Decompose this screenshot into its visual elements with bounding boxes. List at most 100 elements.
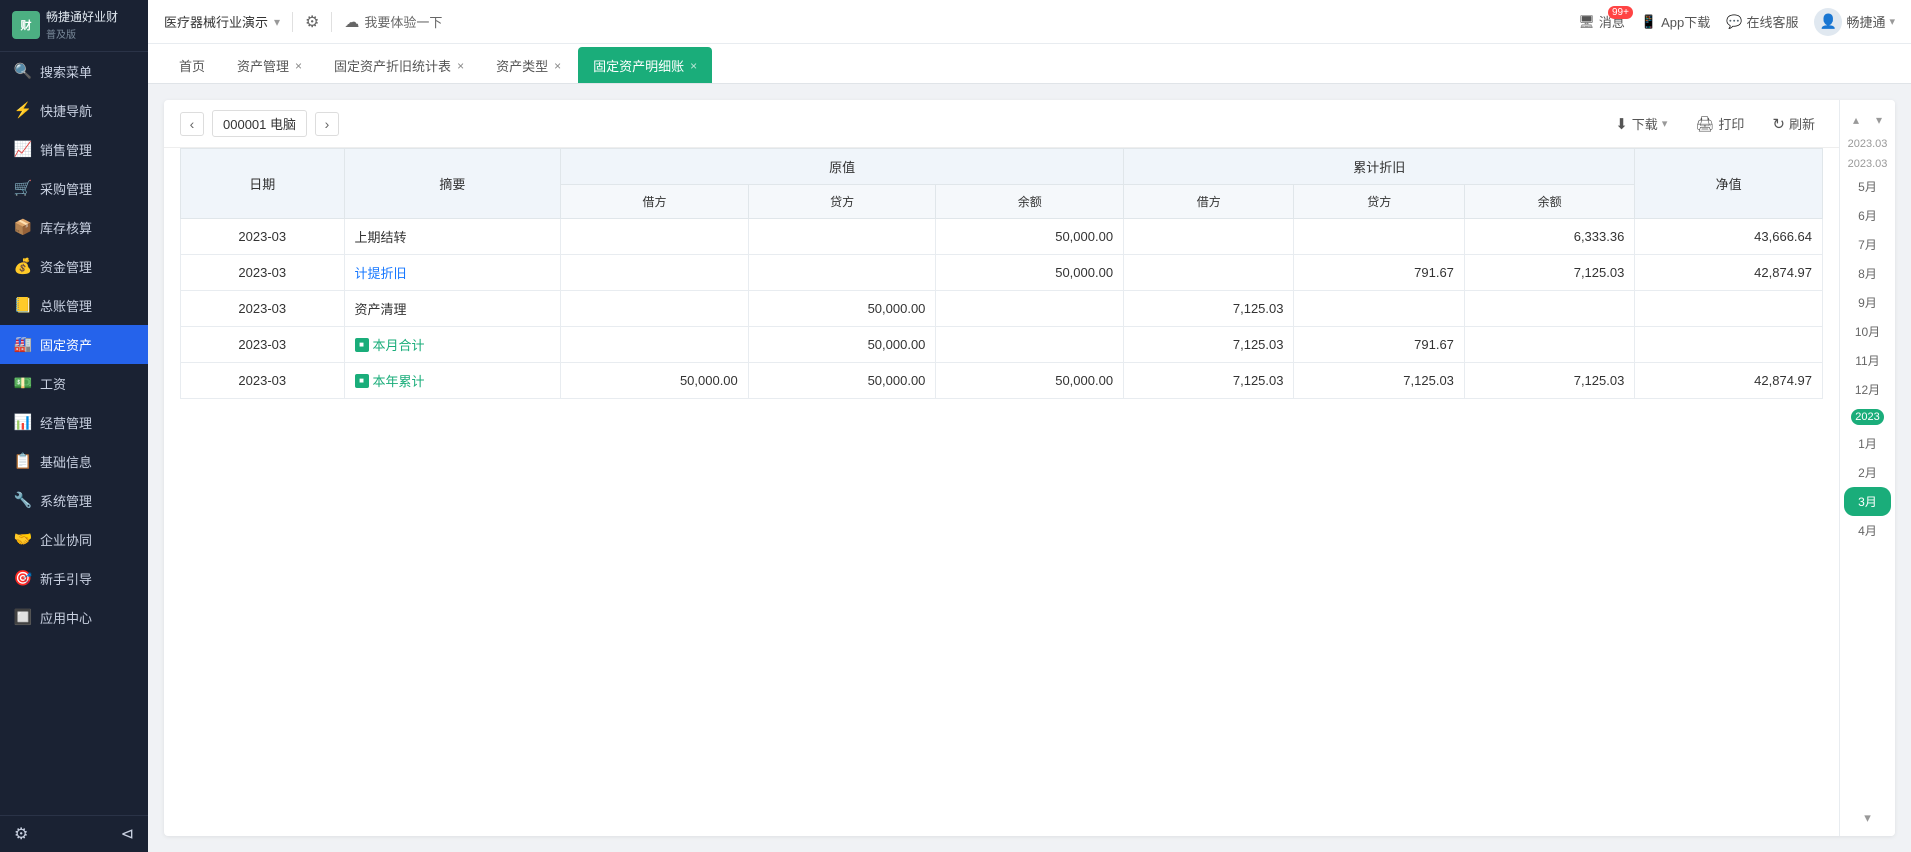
timeline-month-6[interactable]: 6月 — [1840, 201, 1895, 230]
summary-link[interactable]: 计提折旧 — [355, 266, 407, 281]
ledger-icon: 📒 — [14, 296, 32, 314]
timeline-month-12[interactable]: 12月 — [1840, 375, 1895, 404]
timeline-scroll-down[interactable]: ▾ — [1840, 804, 1895, 832]
timeline-prev-period2[interactable]: 2023.03 — [1840, 156, 1895, 172]
download-btn[interactable]: ⬇ 下载 ▾ — [1607, 110, 1675, 137]
cell-date: 2023-03 — [181, 327, 345, 363]
sidebar-nav: 🔍 搜索菜单 ⚡ 快捷导航 📈 销售管理 🛒 采购管理 📦 库存核算 💰 资金管… — [0, 52, 148, 815]
cell-summary: 上期结转 — [344, 219, 561, 255]
cell-acc-debit: 7,125.03 — [1124, 363, 1294, 399]
sidebar-item-ledger[interactable]: 📒 总账管理 — [0, 286, 148, 325]
next-asset-btn[interactable]: › — [315, 112, 339, 136]
cell-acc-credit — [1294, 219, 1464, 255]
table-row: 2023-03 ■本年累计 50,000.00 50,000.00 50,000… — [181, 363, 1823, 399]
chevron-down-icon: ▾ — [1864, 810, 1871, 825]
tab-home[interactable]: 首页 — [164, 47, 220, 83]
message-btn[interactable]: 🖥 消息 99+ — [1578, 12, 1625, 31]
cell-acc-credit: 7,125.03 — [1294, 363, 1464, 399]
asset-nav: ‹ 000001 电脑 › ⬇ 下载 ▾ 🖨 — [164, 100, 1839, 148]
sidebar-item-enterprise[interactable]: 🤝 企业协同 — [0, 520, 148, 559]
cell-summary: 计提折旧 — [344, 255, 561, 291]
timeline-month-4[interactable]: 4月 — [1840, 516, 1895, 545]
sidebar-item-app-center[interactable]: 🔲 应用中心 — [0, 598, 148, 637]
tab-asset-type[interactable]: 资产类型 × — [481, 47, 576, 83]
sidebar-item-quick-nav[interactable]: ⚡ 快捷导航 — [0, 91, 148, 130]
col-acc-credit: 贷方 — [1294, 185, 1464, 219]
col-net: 净值 — [1635, 149, 1823, 219]
timeline-month-2[interactable]: 2月 — [1840, 458, 1895, 487]
col-acc-debit: 借方 — [1124, 185, 1294, 219]
tab-close-fixed-asset-detail[interactable]: × — [690, 59, 697, 73]
sidebar-item-search[interactable]: 🔍 搜索菜单 — [0, 52, 148, 91]
timeline-prev-btn[interactable]: ▴ — [1846, 110, 1866, 130]
online-service-btn[interactable]: 💬 在线客服 — [1726, 12, 1798, 31]
sidebar-item-capital[interactable]: 💰 资金管理 — [0, 247, 148, 286]
tab-fixed-depreciation[interactable]: 固定资产折旧统计表 × — [319, 47, 479, 83]
sidebar-item-salary[interactable]: 💵 工资 — [0, 364, 148, 403]
timeline-month-10[interactable]: 10月 — [1840, 317, 1895, 346]
cell-net: 42,874.97 — [1635, 255, 1823, 291]
timeline-month-5[interactable]: 5月 — [1840, 172, 1895, 201]
timeline-next-btn[interactable]: ▾ — [1869, 110, 1889, 130]
quick-nav-icon: ⚡ — [14, 101, 32, 119]
cell-acc-debit: 7,125.03 — [1124, 291, 1294, 327]
settings-btn[interactable]: ⚙ — [305, 12, 319, 32]
collapse-icon[interactable]: ⊲ — [121, 824, 134, 844]
cell-orig-debit — [561, 219, 749, 255]
timeline-month-3[interactable]: 3月 — [1844, 487, 1891, 516]
refresh-btn[interactable]: ↻ 刷新 — [1764, 110, 1823, 137]
user-menu[interactable]: 👤 畅捷通 ▾ — [1814, 8, 1895, 36]
timeline-month-11[interactable]: 11月 — [1840, 346, 1895, 375]
settings-icon[interactable]: ⚙ — [14, 824, 28, 844]
summary-text: 上期结转 — [355, 230, 407, 245]
sidebar-item-sales[interactable]: 📈 销售管理 — [0, 130, 148, 169]
tab-close-fixed-depreciation[interactable]: × — [457, 59, 464, 73]
topbar-divider2 — [331, 12, 332, 32]
timeline-month-7[interactable]: 7月 — [1840, 230, 1895, 259]
tab-fixed-asset-detail[interactable]: 固定资产明细账 × — [578, 47, 712, 83]
col-accumulated-group: 累计折旧 — [1124, 149, 1635, 185]
content-panel: ‹ 000001 电脑 › ⬇ 下载 ▾ 🖨 — [164, 100, 1895, 836]
table-row: 2023-03 ■本月合计 50,000.00 7,125.03 791.67 — [181, 327, 1823, 363]
cell-orig-balance — [936, 291, 1124, 327]
message-icon: 🖥 — [1578, 14, 1595, 30]
timeline-month-9[interactable]: 9月 — [1840, 288, 1895, 317]
sidebar-item-basic-info[interactable]: 📋 基础信息 — [0, 442, 148, 481]
cell-summary: ■本月合计 — [344, 327, 561, 363]
timeline-panel: ▴ ▾ 2023.03 2023.03 5月 6月 7月 8月 9月 10月 1… — [1839, 100, 1895, 836]
main-content: 医疗器械行业演示 ▾ ⚙ ☁ 我要体验一下 🖥 消息 99+ 📱 App下载 💬… — [148, 0, 1911, 852]
timeline-prev-period[interactable]: 2023.03 — [1840, 132, 1895, 156]
ledger-table: 日期 摘要 原值 累计折旧 净值 借方 贷方 余额 借方 — [180, 148, 1823, 399]
month-total-tag: ■本月合计 — [355, 335, 425, 354]
guide-icon: 🎯 — [14, 569, 32, 587]
tab-asset-mgmt[interactable]: 资产管理 × — [222, 47, 317, 83]
app-download-btn[interactable]: 📱 App下载 — [1641, 12, 1710, 31]
sidebar-item-inventory[interactable]: 📦 库存核算 — [0, 208, 148, 247]
cell-acc-debit — [1124, 255, 1294, 291]
summary-text: 资产清理 — [355, 302, 407, 317]
chevron-down-icon: ▾ — [274, 15, 280, 29]
company-selector[interactable]: 医疗器械行业演示 ▾ — [164, 12, 280, 31]
prev-asset-btn[interactable]: ‹ — [180, 112, 204, 136]
sidebar-item-business[interactable]: 📊 经营管理 — [0, 403, 148, 442]
tab-close-asset-mgmt[interactable]: × — [295, 59, 302, 73]
timeline-month-1[interactable]: 1月 — [1840, 429, 1895, 458]
cell-orig-credit — [748, 219, 936, 255]
sidebar-item-purchase[interactable]: 🛒 采购管理 — [0, 169, 148, 208]
print-btn[interactable]: 🖨 打印 — [1687, 110, 1752, 137]
cell-acc-balance — [1464, 327, 1634, 363]
sidebar: 财 畅捷通好业财 普及版 🔍 搜索菜单 ⚡ 快捷导航 📈 销售管理 🛒 采购管理… — [0, 0, 148, 852]
app-logo-icon: 财 — [12, 11, 40, 39]
experience-btn[interactable]: ☁ 我要体验一下 — [344, 12, 442, 31]
sidebar-item-guide[interactable]: 🎯 新手引导 — [0, 559, 148, 598]
timeline-month-8[interactable]: 8月 — [1840, 259, 1895, 288]
tab-close-asset-type[interactable]: × — [554, 59, 561, 73]
system-icon: 🔧 — [14, 491, 32, 509]
cell-orig-debit — [561, 291, 749, 327]
topbar-divider — [292, 12, 293, 32]
sidebar-item-system[interactable]: 🔧 系统管理 — [0, 481, 148, 520]
refresh-icon: ↻ — [1772, 115, 1785, 133]
col-summary: 摘要 — [344, 149, 561, 219]
sidebar-item-fixed-assets[interactable]: 🏭 固定资产 — [0, 325, 148, 364]
cell-acc-credit: 791.67 — [1294, 255, 1464, 291]
